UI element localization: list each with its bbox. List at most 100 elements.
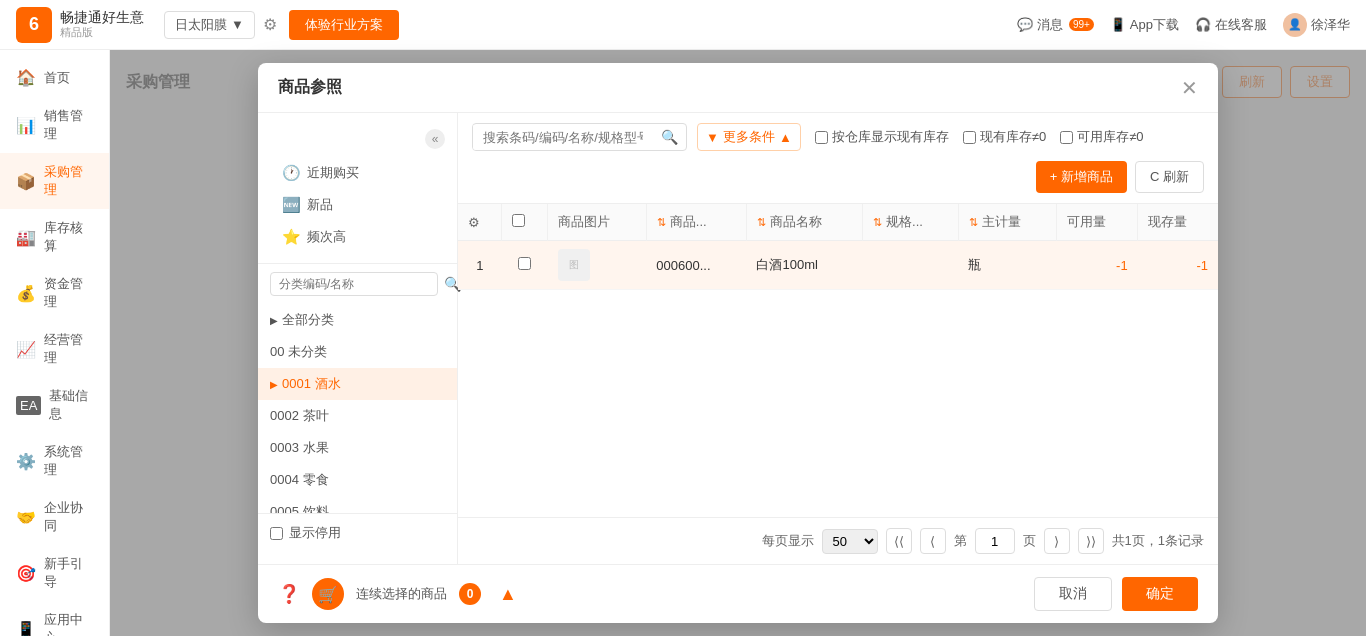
cart-icon[interactable]: 🛒 xyxy=(312,578,344,610)
app-download-nav-item[interactable]: 📱 App下载 xyxy=(1110,16,1179,34)
left-panel-footer: 显示停用 xyxy=(258,513,457,552)
td-image: 图 xyxy=(548,241,647,290)
per-page-select[interactable]: 50 10 20 100 xyxy=(822,529,878,554)
collapse-button[interactable]: « xyxy=(425,129,445,149)
experience-btn[interactable]: 体验行业方案 xyxy=(289,10,399,40)
sidebar-item-guide[interactable]: 🎯 新手引导 xyxy=(0,545,109,601)
cancel-button[interactable]: 取消 xyxy=(1034,577,1112,611)
td-available: -1 xyxy=(1057,241,1138,290)
th-spec[interactable]: ⇅ 规格... xyxy=(863,204,959,241)
message-label: 消息 xyxy=(1037,16,1063,34)
stock-nonzero-checkbox-label[interactable]: 现有库存≠0 xyxy=(963,128,1046,146)
category-0003[interactable]: 0003 水果 xyxy=(258,432,457,464)
quick-new[interactable]: 🆕 新品 xyxy=(270,189,445,221)
left-panel: « 🕐 近期购买 🆕 新品 ⭐ xyxy=(258,113,458,564)
message-nav-item[interactable]: 💬 消息 99+ xyxy=(1017,16,1094,34)
help-icon[interactable]: ❓ xyxy=(278,583,300,605)
sidebar-item-system-label: 系统管理 xyxy=(44,443,93,479)
more-filter-button[interactable]: ▼ 更多条件 ▲ xyxy=(697,123,801,151)
warehouse-stock-checkbox[interactable] xyxy=(815,131,828,144)
settings-icon: ⚙ xyxy=(468,215,480,230)
user-nav-item[interactable]: 👤 徐泽华 xyxy=(1283,13,1350,37)
sidebar-item-appcenter-label: 应用中心 xyxy=(44,611,93,636)
category-all[interactable]: ▶ 全部分类 xyxy=(258,304,457,336)
store-selector[interactable]: 日太阳膜 ▼ xyxy=(164,11,255,39)
show-disabled-checkbox[interactable] xyxy=(270,527,283,540)
inventory-icon: 🏭 xyxy=(16,228,36,247)
category-0002[interactable]: 0002 茶叶 xyxy=(258,400,457,432)
product-thumbnail: 图 xyxy=(558,249,590,281)
category-0004[interactable]: 0004 零食 xyxy=(258,464,457,496)
sidebar-item-operation[interactable]: 📈 经营管理 xyxy=(0,321,109,377)
recent-label: 近期购买 xyxy=(307,164,359,182)
pagination: 每页显示 50 10 20 100 ⟨⟨ ⟨ 第 页 xyxy=(458,517,1218,564)
add-product-button[interactable]: + 新增商品 xyxy=(1036,161,1127,193)
td-stock: -1 xyxy=(1138,241,1218,290)
page-first-button[interactable]: ⟨⟨ xyxy=(886,528,912,554)
sidebar-item-finance[interactable]: 💰 资金管理 xyxy=(0,265,109,321)
category-0002-label: 0002 茶叶 xyxy=(270,407,329,425)
sidebar-item-sales[interactable]: 📊 销售管理 xyxy=(0,97,109,153)
category-0005[interactable]: 0005 饮料 xyxy=(258,496,457,513)
page-next-button[interactable]: ⟩ xyxy=(1044,528,1070,554)
per-page-label: 每页显示 xyxy=(762,532,814,550)
th-code[interactable]: ⇅ 商品... xyxy=(646,204,746,241)
online-service-nav-item[interactable]: 🎧 在线客服 xyxy=(1195,16,1267,34)
row-checkbox[interactable] xyxy=(518,257,531,270)
sidebar-item-home-label: 首页 xyxy=(44,69,70,87)
appcenter-icon: 📱 xyxy=(16,620,36,637)
sidebar-item-enterprise[interactable]: 🤝 企业协同 xyxy=(0,489,109,545)
basic-icon: EA xyxy=(16,396,41,415)
page-prev-button[interactable]: ⟨ xyxy=(920,528,946,554)
th-name[interactable]: ⇅ 商品名称 xyxy=(746,204,862,241)
td-checkbox[interactable] xyxy=(502,241,548,290)
sidebar-item-purchase-label: 采购管理 xyxy=(44,163,93,199)
table-row[interactable]: 1 图 000600... 白酒100ml xyxy=(458,241,1218,290)
store-name: 日太阳膜 xyxy=(175,16,227,34)
sidebar-item-inventory-label: 库存核算 xyxy=(44,219,93,255)
select-all-checkbox[interactable] xyxy=(512,214,525,227)
new-icon: 🆕 xyxy=(282,196,301,214)
page-number-input[interactable] xyxy=(975,528,1015,554)
footer-right: 取消 确定 xyxy=(1034,577,1198,611)
quick-frequent[interactable]: ⭐ 频次高 xyxy=(270,221,445,253)
modal-body: « 🕐 近期购买 🆕 新品 ⭐ xyxy=(258,113,1218,564)
sidebar-item-inventory[interactable]: 🏭 库存核算 xyxy=(0,209,109,265)
sidebar-item-purchase[interactable]: 📦 采购管理 xyxy=(0,153,109,209)
sidebar-item-appcenter[interactable]: 📱 应用中心 xyxy=(0,601,109,636)
warehouse-stock-checkbox-label[interactable]: 按仓库显示现有库存 xyxy=(815,128,949,146)
th-unit[interactable]: ⇅ 主计量 xyxy=(958,204,1057,241)
product-search-icon[interactable]: 🔍 xyxy=(653,124,686,150)
main-content: 采购管理 查询 刷新 设置 商品参照 ✕ xyxy=(110,50,1366,636)
category-0005-label: 0005 饮料 xyxy=(270,503,329,513)
top-nav: 6 畅捷通好生意 精品版 日太阳膜 ▼ ⚙ 体验行业方案 💬 消息 99+ 📱 … xyxy=(0,0,1366,50)
category-0001[interactable]: ▶ 0001 酒水 xyxy=(258,368,457,400)
sidebar-item-system[interactable]: ⚙️ 系统管理 xyxy=(0,433,109,489)
available-nonzero-checkbox-label[interactable]: 可用库存≠0 xyxy=(1060,128,1143,146)
category-uncategorized[interactable]: 00 未分类 xyxy=(258,336,457,368)
modal-overlay: 商品参照 ✕ « 🕐 近期购买 xyxy=(110,50,1366,636)
sidebar-item-basic[interactable]: EA 基础信息 xyxy=(0,377,109,433)
sidebar-item-operation-label: 经营管理 xyxy=(44,331,93,367)
table-area: ⚙ 商品图片 xyxy=(458,204,1218,517)
stock-nonzero-checkbox[interactable] xyxy=(963,131,976,144)
page-last-button[interactable]: ⟩⟩ xyxy=(1078,528,1104,554)
td-name: 白酒100ml xyxy=(746,241,862,290)
category-search-input[interactable] xyxy=(270,272,438,296)
quick-recent[interactable]: 🕐 近期购买 xyxy=(270,157,445,189)
sidebar-item-home[interactable]: 🏠 首页 xyxy=(0,58,109,97)
product-search-input[interactable] xyxy=(473,125,653,150)
user-avatar: 👤 xyxy=(1283,13,1307,37)
available-nonzero-checkbox[interactable] xyxy=(1060,131,1073,144)
confirm-button[interactable]: 确定 xyxy=(1122,577,1198,611)
close-button[interactable]: ✕ xyxy=(1181,78,1198,98)
expand-icon[interactable]: ▲ xyxy=(499,584,517,605)
available-nonzero-label: 可用库存≠0 xyxy=(1077,128,1143,146)
warehouse-stock-label: 按仓库显示现有库存 xyxy=(832,128,949,146)
product-table: ⚙ 商品图片 xyxy=(458,204,1218,290)
td-index: 1 xyxy=(458,241,502,290)
recent-icon: 🕐 xyxy=(282,164,301,182)
refresh-button[interactable]: C 刷新 xyxy=(1135,161,1204,193)
settings-icon[interactable]: ⚙ xyxy=(263,15,277,34)
brand-sub: 精品版 xyxy=(60,25,144,40)
